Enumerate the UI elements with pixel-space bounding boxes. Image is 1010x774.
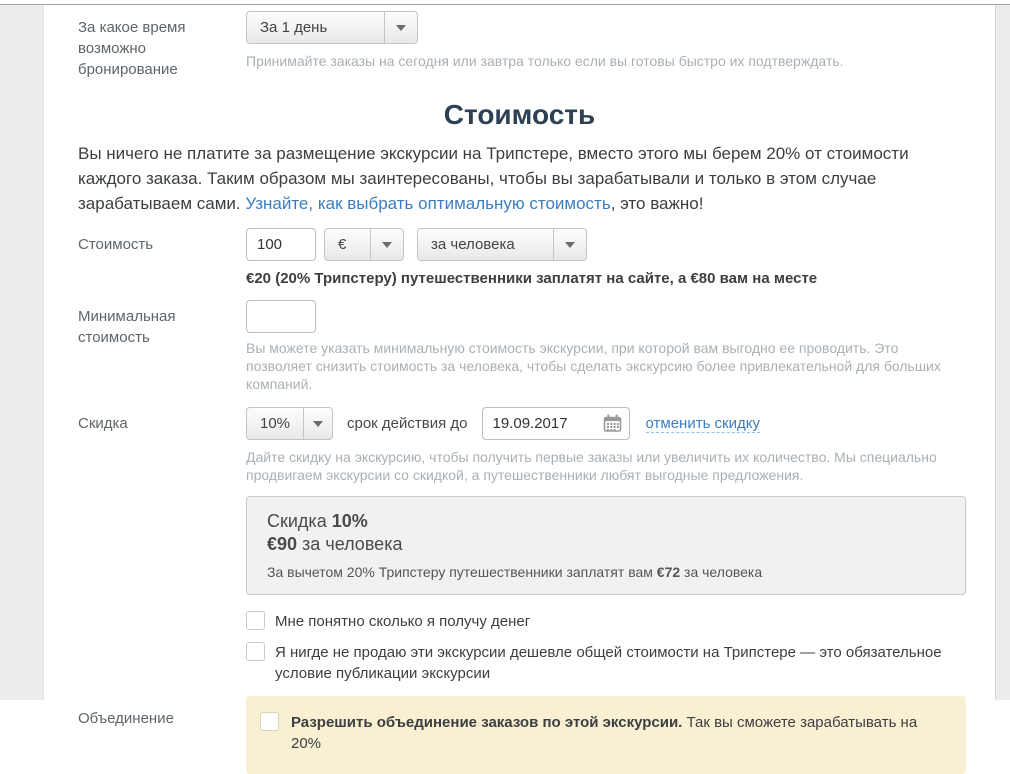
page-background: За какое время возможно бронирование За … bbox=[0, 5, 1010, 774]
money-understood-row: Мне понятно сколько я получу денег bbox=[246, 611, 966, 632]
summary-note-prefix: За вычетом 20% Трипстеру путешественники… bbox=[267, 564, 657, 580]
discount-label: Скидка bbox=[78, 415, 128, 432]
money-understood-label: Мне понятно сколько я получу денег bbox=[275, 613, 531, 630]
no-cheaper-row: Я нигде не продаю эти экскурсии дешевле … bbox=[246, 642, 966, 684]
min-price-row: Минимальная стоимость Вы можете указать … bbox=[44, 300, 995, 393]
form-card: За какое время возможно бронирование За … bbox=[43, 5, 996, 774]
summary-line2-suffix: за человека bbox=[297, 534, 403, 554]
price-input[interactable] bbox=[246, 228, 316, 261]
merge-text-bold: Разрешить объединение заказов по этой эк… bbox=[291, 714, 683, 731]
discount-summary-line2: €90 за человека bbox=[267, 533, 945, 556]
cancel-discount-link[interactable]: отменить скидку bbox=[645, 415, 760, 433]
no-cheaper-checkbox[interactable] bbox=[246, 642, 265, 661]
page-title: Стоимость bbox=[443, 99, 596, 130]
booking-time-select-value: За 1 день bbox=[260, 19, 328, 36]
discount-summary-box: Скидка 10% €90 за человека За вычетом 20… bbox=[246, 496, 966, 595]
price-row: Стоимость € за человека €20 (20% Трипсте… bbox=[44, 228, 995, 288]
discount-percent-value: 10% bbox=[260, 415, 291, 432]
price-breakdown-text: €20 (20% Трипстеру) путешественники запл… bbox=[246, 270, 818, 287]
per-unit-select[interactable]: за человека bbox=[417, 228, 587, 261]
booking-time-select[interactable]: За 1 день bbox=[246, 11, 418, 44]
intro-text-after: , это важно! bbox=[610, 194, 704, 213]
merge-orders-checkbox[interactable] bbox=[260, 712, 279, 731]
chevron-down-icon[interactable] bbox=[303, 408, 332, 439]
triangle-down-icon bbox=[396, 24, 406, 31]
discount-date-input[interactable] bbox=[481, 407, 630, 440]
discount-row: Скидка 10% срок действия до 19.09.2017 о… bbox=[44, 407, 995, 684]
currency-select[interactable]: € bbox=[324, 228, 404, 261]
currency-select-value: € bbox=[338, 236, 347, 253]
discount-date-field bbox=[481, 407, 630, 440]
min-price-hint: Вы можете указать минимальную стоимость … bbox=[246, 340, 941, 392]
merge-row: Объединение Разрешить объединение заказо… bbox=[44, 696, 995, 774]
discount-hint: Дайте скидку на экскурсию, чтобы получит… bbox=[246, 449, 937, 483]
summary-line1-prefix: Скидка bbox=[267, 511, 332, 531]
triangle-down-icon bbox=[382, 241, 392, 248]
merge-highlight-box: Разрешить объединение заказов по этой эк… bbox=[246, 696, 966, 774]
merge-label: Объединение bbox=[78, 710, 174, 727]
validity-until-label: срок действия до bbox=[347, 415, 468, 432]
price-label: Стоимость bbox=[78, 236, 154, 253]
money-understood-checkbox[interactable] bbox=[246, 611, 265, 630]
booking-time-row: За какое время возможно бронирование За … bbox=[44, 11, 995, 80]
discount-summary-note: За вычетом 20% Трипстеру путешественники… bbox=[267, 564, 945, 581]
booking-time-hint: Принимайте заказы на сегодня или завтра … bbox=[246, 53, 844, 69]
min-price-input[interactable] bbox=[246, 300, 316, 333]
summary-line2-price: €90 bbox=[267, 534, 298, 554]
triangle-down-icon bbox=[565, 241, 575, 248]
summary-note-amount: €72 bbox=[656, 564, 681, 580]
intro-paragraph: Вы ничего не платите за размещение экску… bbox=[78, 141, 966, 216]
no-cheaper-label: Я нигде не продаю эти экскурсии дешевле … bbox=[275, 644, 942, 682]
booking-time-label: За какое время возможно бронирование bbox=[78, 19, 186, 78]
chevron-down-icon[interactable] bbox=[553, 229, 586, 260]
merge-text: Разрешить объединение заказов по этой эк… bbox=[291, 712, 950, 754]
summary-note-suffix: за человека bbox=[680, 564, 763, 580]
chevron-down-icon[interactable] bbox=[370, 229, 403, 260]
discount-summary-line1: Скидка 10% bbox=[267, 510, 945, 533]
triangle-down-icon bbox=[313, 420, 323, 427]
discount-percent-select[interactable]: 10% bbox=[246, 407, 333, 440]
min-price-label: Минимальная стоимость bbox=[78, 308, 176, 346]
per-unit-select-value: за человека bbox=[431, 236, 515, 253]
optimal-price-link[interactable]: Узнайте, как выбрать оптимальную стоимос… bbox=[245, 194, 610, 213]
chevron-down-icon[interactable] bbox=[384, 12, 417, 43]
summary-line1-percent: 10% bbox=[331, 511, 368, 531]
